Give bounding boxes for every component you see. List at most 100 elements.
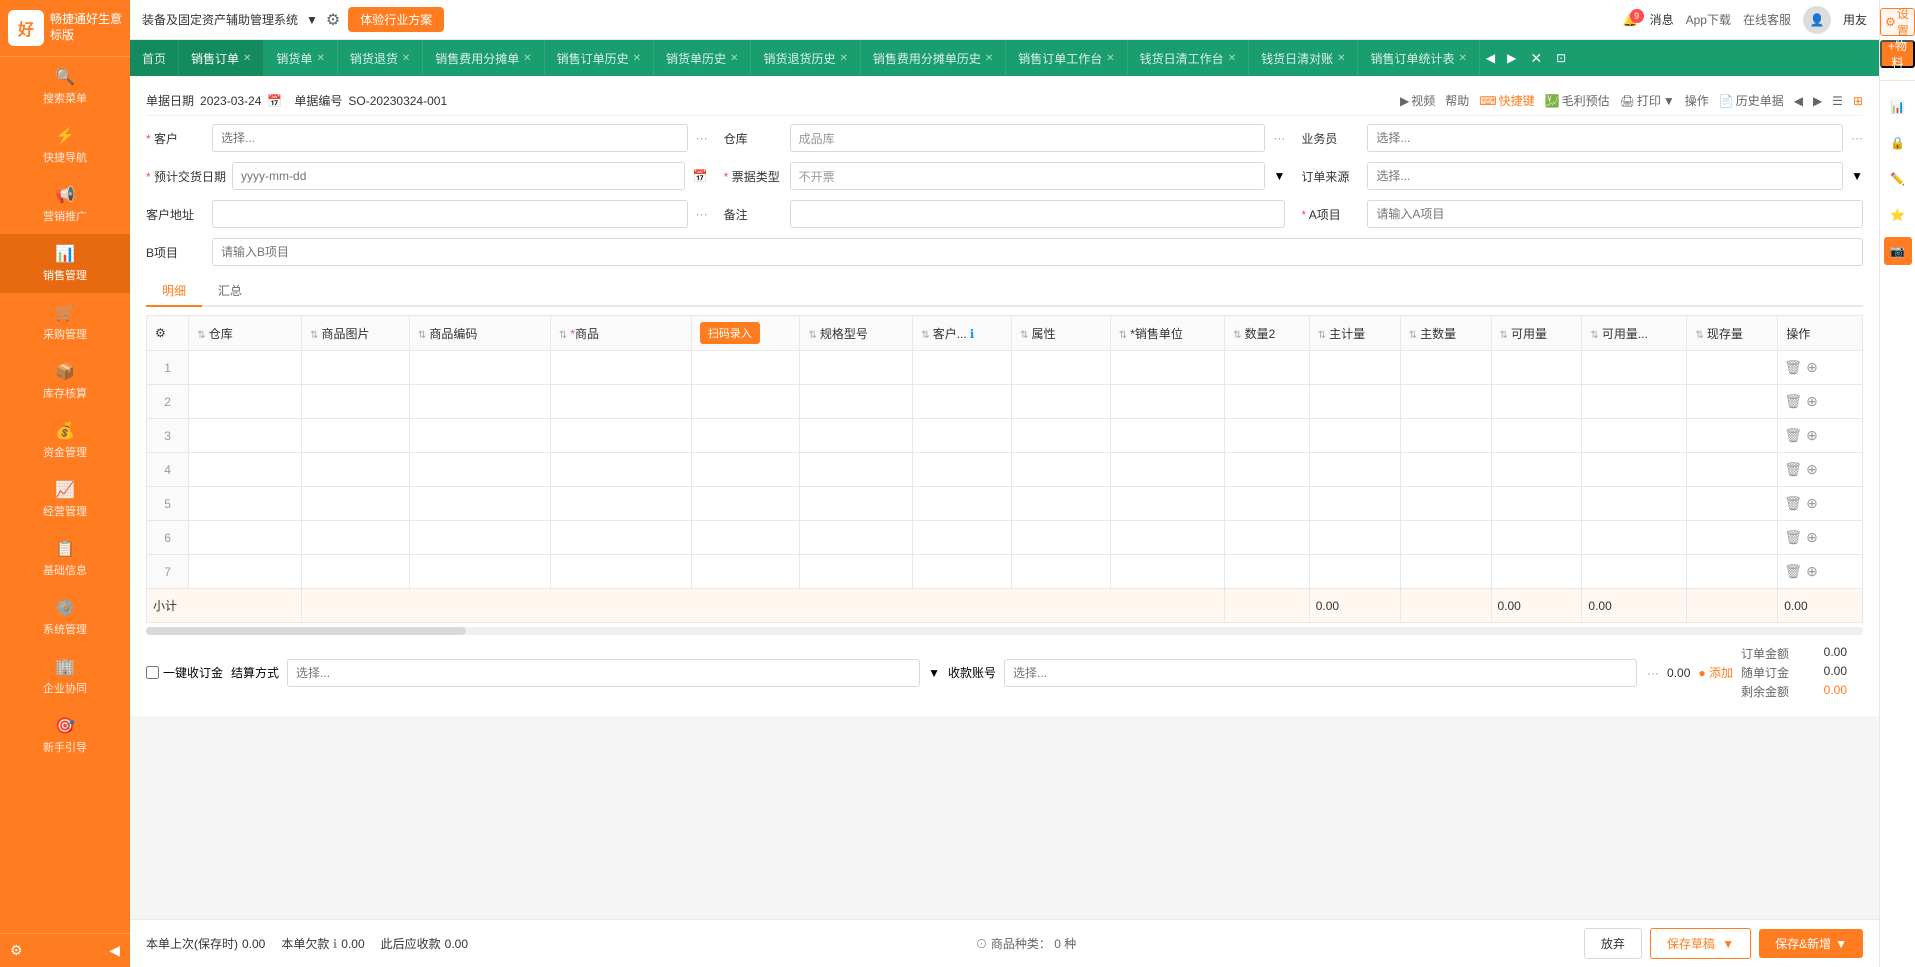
collapse-icon[interactable]: ◀ <box>109 942 120 959</box>
scroll-thumb[interactable] <box>146 627 466 635</box>
nav-next-btn[interactable]: ▶ <box>1501 51 1522 65</box>
sidebar-item-enterprise[interactable]: 🏢 企业协同 <box>0 647 130 706</box>
cell-attr-7[interactable] <box>1012 555 1111 589</box>
cell-product-4[interactable] <box>550 453 691 487</box>
cell-code-7[interactable] <box>409 555 550 589</box>
fullscreen-icon[interactable]: ⊞ <box>1853 94 1863 108</box>
customer-addr-input[interactable] <box>212 200 688 228</box>
settings-icon[interactable]: ⚙ <box>10 942 23 959</box>
account-input[interactable] <box>1004 659 1637 687</box>
customer-input[interactable] <box>212 124 688 152</box>
sort-icon-11[interactable]: ⇅ <box>1318 330 1326 341</box>
sidebar-item-marketing[interactable]: 📢 营销推广 <box>0 175 130 234</box>
nav-tab-0[interactable]: 首页 <box>130 40 179 76</box>
cell-main-qty-6[interactable] <box>1400 521 1491 555</box>
cell-custom-3[interactable] <box>913 419 1012 453</box>
star-tool-btn[interactable]: ⭐ <box>1884 201 1912 229</box>
one-click-checkout-checkbox[interactable]: 一键收订金 <box>146 664 223 681</box>
col-settings-icon[interactable]: ⚙ <box>155 326 166 340</box>
account-more-icon[interactable]: ··· <box>1647 666 1659 680</box>
cell-attr-3[interactable] <box>1012 419 1111 453</box>
cell-main-qty-3[interactable] <box>1400 419 1491 453</box>
cell-main-qty-5[interactable] <box>1400 487 1491 521</box>
remarks-input[interactable] <box>790 200 1286 228</box>
salesperson-input[interactable] <box>1367 124 1843 152</box>
cell-main-qty-7[interactable] <box>1400 555 1491 589</box>
help-btn[interactable]: 帮助 <box>1445 92 1469 109</box>
cell-code-5[interactable] <box>409 487 550 521</box>
sort-icon-12[interactable]: ⇅ <box>1409 330 1417 341</box>
row-copy-btn-5[interactable]: ⊕ <box>1806 495 1818 512</box>
cell-attr-4[interactable] <box>1012 453 1111 487</box>
warehouse-value[interactable]: 成品库 <box>790 124 1266 152</box>
a-project-input[interactable] <box>1367 200 1863 228</box>
nav-tab-6[interactable]: 销货单历史✕ <box>654 40 751 76</box>
add-material-btn[interactable]: +物料 <box>1880 40 1915 68</box>
nav-tab-5[interactable]: 销售订单历史✕ <box>545 40 654 76</box>
sort-icon-3[interactable]: ⇅ <box>418 330 426 341</box>
nav-tab-4[interactable]: 销售费用分摊单✕ <box>423 40 544 76</box>
sidebar-item-system[interactable]: ⚙️ 系统管理 <box>0 588 130 647</box>
sidebar-item-search[interactable]: 🔍 搜索菜单 <box>0 57 130 116</box>
nav-tab-close-5[interactable]: ✕ <box>633 53 641 64</box>
profit-btn[interactable]: 💹 毛利预估 <box>1545 92 1610 109</box>
nav-tab-close-2[interactable]: ✕ <box>316 53 324 64</box>
date-value[interactable]: 2023-03-24 <box>200 94 261 108</box>
horizontal-scrollbar[interactable] <box>146 627 1863 635</box>
cell-product-5[interactable] <box>550 487 691 521</box>
sidebar-item-operations[interactable]: 📈 经营管理 <box>0 470 130 529</box>
cell-unit-4[interactable] <box>1110 453 1224 487</box>
shortcut-btn[interactable]: ⌨ 快捷键 <box>1479 92 1534 109</box>
nav-tab-2[interactable]: 销货单✕ <box>264 40 337 76</box>
cell-unit-6[interactable] <box>1110 521 1224 555</box>
cell-qty2-7[interactable] <box>1225 555 1310 589</box>
order-source-dropdown-icon[interactable]: ▼ <box>1851 169 1863 183</box>
sort-icon-7[interactable]: ⇅ <box>921 330 929 341</box>
sort-icon-8[interactable]: ⇅ <box>1020 330 1028 341</box>
col-info-icon-7[interactable]: ℹ <box>970 327 975 341</box>
cell-qty2-4[interactable] <box>1225 453 1310 487</box>
row-delete-btn-4[interactable]: 🗑 <box>1784 461 1802 478</box>
cell-attr-5[interactable] <box>1012 487 1111 521</box>
ops-btn[interactable]: 操作 <box>1685 92 1709 109</box>
invoice-type-dropdown-icon[interactable]: ▼ <box>1273 169 1285 183</box>
sort-icon-1[interactable]: ⇅ <box>197 330 205 341</box>
cell-custom-5[interactable] <box>913 487 1012 521</box>
sidebar-item-guide[interactable]: 🎯 新手引导 <box>0 706 130 765</box>
row-copy-btn-1[interactable]: ⊕ <box>1806 359 1818 376</box>
detail-tab-1[interactable]: 汇总 <box>202 276 258 307</box>
cell-warehouse-3[interactable] <box>189 419 302 453</box>
cell-code-4[interactable] <box>409 453 550 487</box>
nav-tab-9[interactable]: 销售订单工作台✕ <box>1006 40 1127 76</box>
cell-qty2-2[interactable] <box>1225 385 1310 419</box>
nav-tab-3[interactable]: 销货退货✕ <box>338 40 423 76</box>
row-copy-btn-6[interactable]: ⊕ <box>1806 529 1818 546</box>
nav-tab-close-1[interactable]: ✕ <box>243 53 251 64</box>
nav-prev-btn[interactable]: ◀ <box>1480 51 1501 65</box>
save-new-dropdown-icon[interactable]: ▼ <box>1835 937 1847 951</box>
cell-product-2[interactable] <box>550 385 691 419</box>
sort-icon-9[interactable]: ⇅ <box>1119 330 1127 341</box>
cell-warehouse-4[interactable] <box>189 453 302 487</box>
cell-code-2[interactable] <box>409 385 550 419</box>
cell-unit-2[interactable] <box>1110 385 1224 419</box>
sort-icon-10[interactable]: ⇅ <box>1233 330 1241 341</box>
cell-warehouse-1[interactable] <box>189 351 302 385</box>
save-draft-dropdown-icon[interactable]: ▼ <box>1722 937 1734 951</box>
nav-tab-10[interactable]: 钱货日清工作台✕ <box>1128 40 1249 76</box>
cell-unit-3[interactable] <box>1110 419 1224 453</box>
sidebar-item-basic[interactable]: 📋 基础信息 <box>0 529 130 588</box>
cell-spec-5[interactable] <box>800 487 913 521</box>
nav-tab-close-9[interactable]: ✕ <box>1106 53 1114 64</box>
cell-custom-2[interactable] <box>913 385 1012 419</box>
online-service-link[interactable]: 在线客服 <box>1743 11 1791 28</box>
delivery-calendar-icon[interactable]: 📅 <box>693 169 708 183</box>
sort-icon-14[interactable]: ⇅ <box>1590 330 1598 341</box>
cell-custom-6[interactable] <box>913 521 1012 555</box>
sidebar-item-purchase[interactable]: 🛒 采购管理 <box>0 293 130 352</box>
grid-view-icon[interactable]: ☰ <box>1832 94 1843 108</box>
sidebar-item-finance[interactable]: 💰 资金管理 <box>0 411 130 470</box>
order-source-input[interactable] <box>1367 162 1843 190</box>
nav-tab-close-12[interactable]: ✕ <box>1459 53 1467 64</box>
cell-warehouse-6[interactable] <box>189 521 302 555</box>
